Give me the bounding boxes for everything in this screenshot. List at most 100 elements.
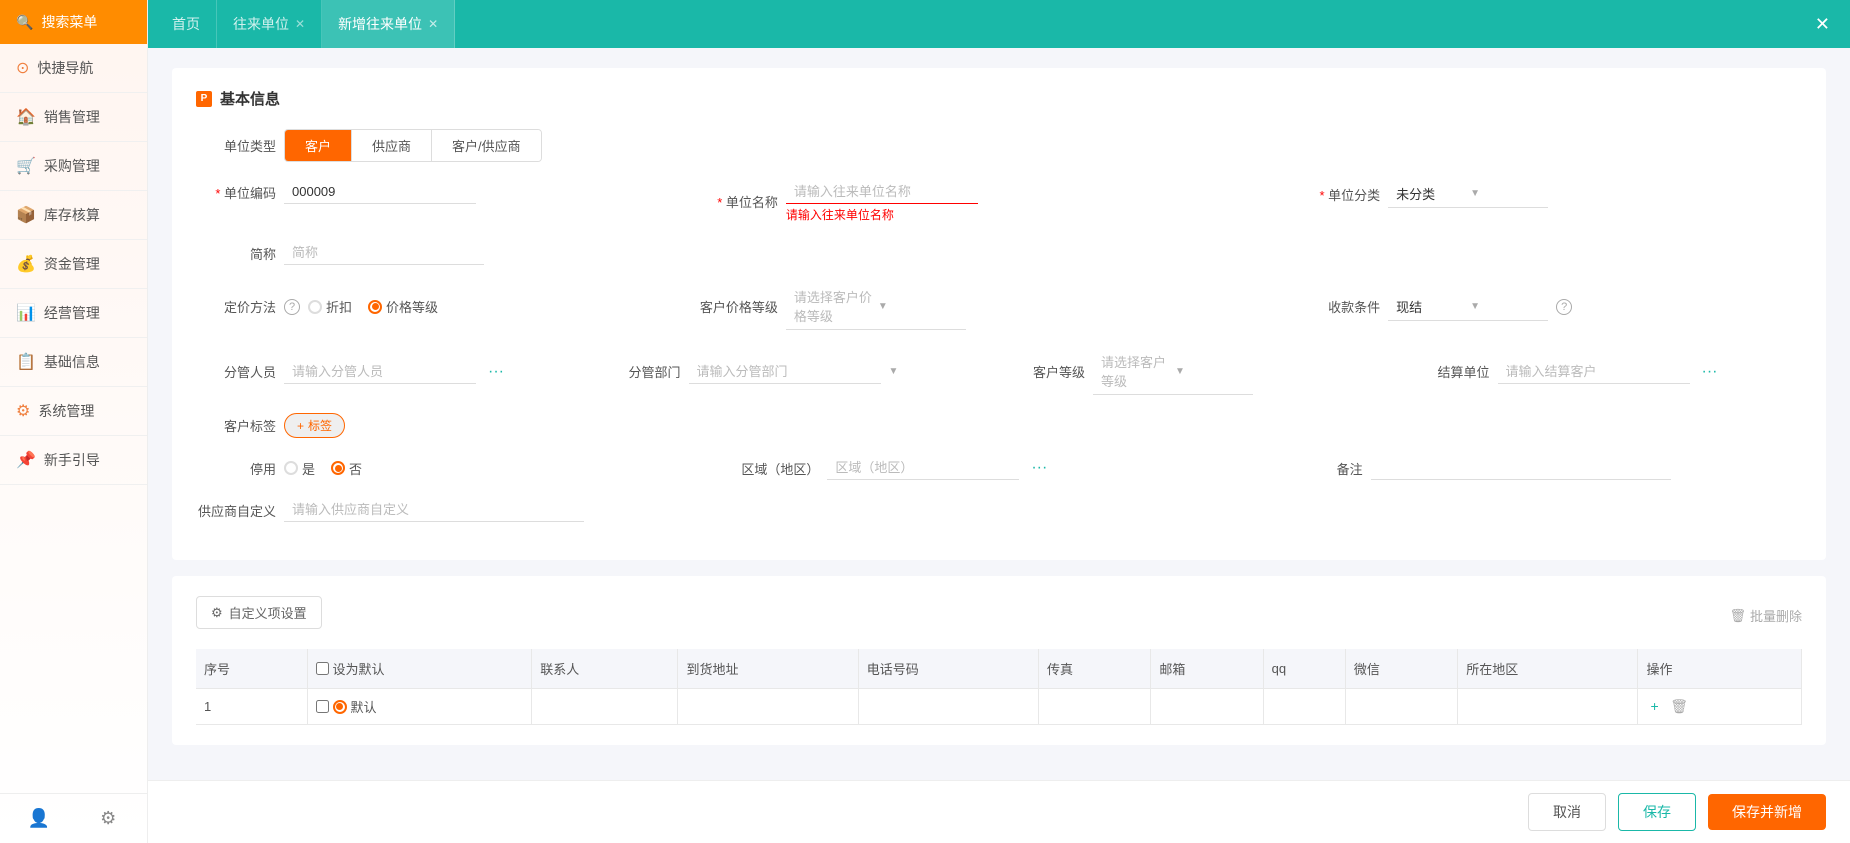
unit-category-value: 未分类: [1396, 184, 1466, 203]
cancel-button[interactable]: 取消: [1528, 793, 1606, 831]
settlement-more-btn[interactable]: ···: [1698, 363, 1722, 381]
row-default: 默认: [307, 689, 532, 725]
tab-home[interactable]: 首页: [156, 0, 217, 48]
unit-category-group: 单位分类 未分类 ▼: [1300, 180, 1802, 208]
pricing-field-group: 定价方法 ? 折扣 价格等级: [196, 283, 1802, 330]
btn-customer[interactable]: 客户: [285, 130, 352, 161]
close-all-tabs[interactable]: ✕: [1803, 14, 1842, 35]
col-default: 设为默认: [307, 649, 532, 689]
help-icon[interactable]: ?: [284, 299, 300, 315]
section-icon: P: [196, 91, 212, 107]
row-default-radio[interactable]: 默认: [333, 697, 377, 716]
sidebar-settings-icon[interactable]: ⚙: [78, 802, 140, 835]
remark-input[interactable]: [1371, 456, 1671, 480]
disabled-group: 停用 是 否: [196, 459, 715, 478]
sidebar-item-finance[interactable]: 💰 资金管理: [0, 240, 147, 289]
customer-level-label: 客户等级: [1005, 362, 1085, 381]
sidebar-item-inventory[interactable]: 📦 库存核算: [0, 191, 147, 240]
row-email: [1151, 689, 1263, 725]
btn-customer-supplier[interactable]: 客户/供应商: [432, 130, 541, 161]
manager-label: 分管人员: [196, 362, 276, 381]
inventory-icon: 📦: [16, 205, 36, 225]
finance-icon: 💰: [16, 254, 36, 274]
unit-code-input[interactable]: [284, 180, 476, 204]
select-all-checkbox[interactable]: [316, 662, 329, 675]
disabled-region-row: 停用 是 否 区域（地区）: [196, 456, 1802, 480]
department-label: 分管部门: [601, 362, 681, 381]
pricing-row: 定价方法 ? 折扣 价格等级: [196, 283, 1802, 330]
payment-terms-select[interactable]: 现结 ▼: [1388, 293, 1548, 321]
radio-discount[interactable]: 折扣: [308, 297, 352, 316]
purchase-icon: 🛒: [16, 156, 36, 176]
section-title: P 基本信息: [196, 88, 1802, 109]
region-more-btn[interactable]: ···: [1027, 459, 1051, 477]
row-default-circle: [333, 700, 347, 714]
sidebar-item-newbie[interactable]: 📌 新手引导: [0, 436, 147, 485]
supplier-custom-input[interactable]: [284, 498, 584, 522]
row-wechat: [1345, 689, 1457, 725]
tab-new-trading-unit[interactable]: 新增往来单位 ✕: [322, 0, 455, 48]
col-phone: 电话号码: [858, 649, 1038, 689]
radio-yes[interactable]: 是: [284, 459, 315, 478]
table-row: 1 默认: [196, 689, 1802, 725]
department-input[interactable]: [689, 360, 881, 384]
short-name-input[interactable]: [284, 241, 484, 265]
custom-settings-button[interactable]: ⚙ 自定义项设置: [196, 596, 322, 629]
short-name-group: 简称: [196, 241, 1802, 265]
sidebar-item-basic[interactable]: 📋 基础信息: [0, 338, 147, 387]
region-group: 区域（地区） ···: [739, 456, 1258, 480]
add-tag-button[interactable]: + 标签: [284, 413, 345, 438]
tab-trading-units-close[interactable]: ✕: [295, 17, 305, 31]
sidebar-item-operations[interactable]: 📊 经营管理: [0, 289, 147, 338]
unit-code-group: 单位编码: [196, 180, 698, 204]
manager-field-group: 分管人员 ··· 分管部门 ▼ 客户等级 请选择客户等级 ▼: [196, 348, 1802, 395]
batch-delete-icon: 🗑: [1729, 608, 1746, 624]
row-checkbox[interactable]: [316, 700, 329, 713]
unit-type-label: 单位类型: [196, 136, 276, 155]
radio-no[interactable]: 否: [331, 459, 362, 478]
unit-category-select[interactable]: 未分类 ▼: [1388, 180, 1548, 208]
settlement-unit-group: 结算单位 ···: [1410, 360, 1803, 384]
row-fax: [1038, 689, 1150, 725]
save-and-new-button[interactable]: 保存并新增: [1708, 794, 1826, 830]
col-email: 邮箱: [1151, 649, 1263, 689]
batch-delete-btn[interactable]: 🗑 批量删除: [1729, 606, 1802, 625]
save-button[interactable]: 保存: [1618, 793, 1696, 831]
customer-tag-group: 客户标签 + 标签: [196, 413, 1802, 438]
radio-no-circle: [331, 461, 345, 475]
tab-home-label: 首页: [172, 14, 200, 34]
settlement-unit-input[interactable]: [1498, 360, 1690, 384]
radio-discount-circle: [308, 300, 322, 314]
sidebar-item-quick-nav[interactable]: ⊙ 快捷导航: [0, 44, 147, 93]
manager-input[interactable]: [284, 360, 476, 384]
btn-supplier[interactable]: 供应商: [352, 130, 432, 161]
unit-name-input[interactable]: [786, 180, 978, 204]
sidebar-item-purchase[interactable]: 🛒 采购管理: [0, 142, 147, 191]
payment-help-icon[interactable]: ?: [1556, 299, 1572, 315]
sidebar-search[interactable]: 🔍 搜索菜单: [0, 0, 147, 44]
sidebar-user-icon[interactable]: 👤: [8, 802, 70, 835]
customer-price-level-select[interactable]: 请选择客户价格等级 ▼: [786, 283, 966, 330]
manager-more-btn[interactable]: ···: [484, 363, 508, 381]
row-delete-btn[interactable]: 🗑: [1666, 698, 1692, 714]
radio-yes-circle: [284, 461, 298, 475]
settlement-unit-label: 结算单位: [1410, 362, 1490, 381]
sidebar-item-sales[interactable]: 🏠 销售管理: [0, 93, 147, 142]
disabled-label: 停用: [196, 459, 276, 478]
customer-level-select[interactable]: 请选择客户等级 ▼: [1093, 348, 1253, 395]
table-body: 1 默认: [196, 689, 1802, 725]
tab-trading-units[interactable]: 往来单位 ✕: [217, 0, 322, 48]
region-input[interactable]: [827, 456, 1019, 480]
unit-code-label: 单位编码: [196, 183, 276, 202]
col-contact: 联系人: [532, 649, 678, 689]
radio-price-level[interactable]: 价格等级: [368, 297, 438, 316]
radio-price-level-circle: [368, 300, 382, 314]
sidebar: 🔍 搜索菜单 ⊙ 快捷导航 🏠 销售管理 🛒 采购管理 📦 库存核算 💰 资金管…: [0, 0, 148, 843]
pricing-method-label: 定价方法: [196, 297, 276, 316]
unit-category-label: 单位分类: [1300, 185, 1380, 204]
sidebar-item-system[interactable]: ⚙ 系统管理: [0, 387, 147, 436]
tab-new-trading-unit-close[interactable]: ✕: [428, 17, 438, 31]
row-add-btn[interactable]: +: [1646, 698, 1662, 714]
short-name-row: 简称: [196, 241, 1802, 265]
disabled-region-field-group: 停用 是 否 区域（地区）: [196, 456, 1802, 480]
